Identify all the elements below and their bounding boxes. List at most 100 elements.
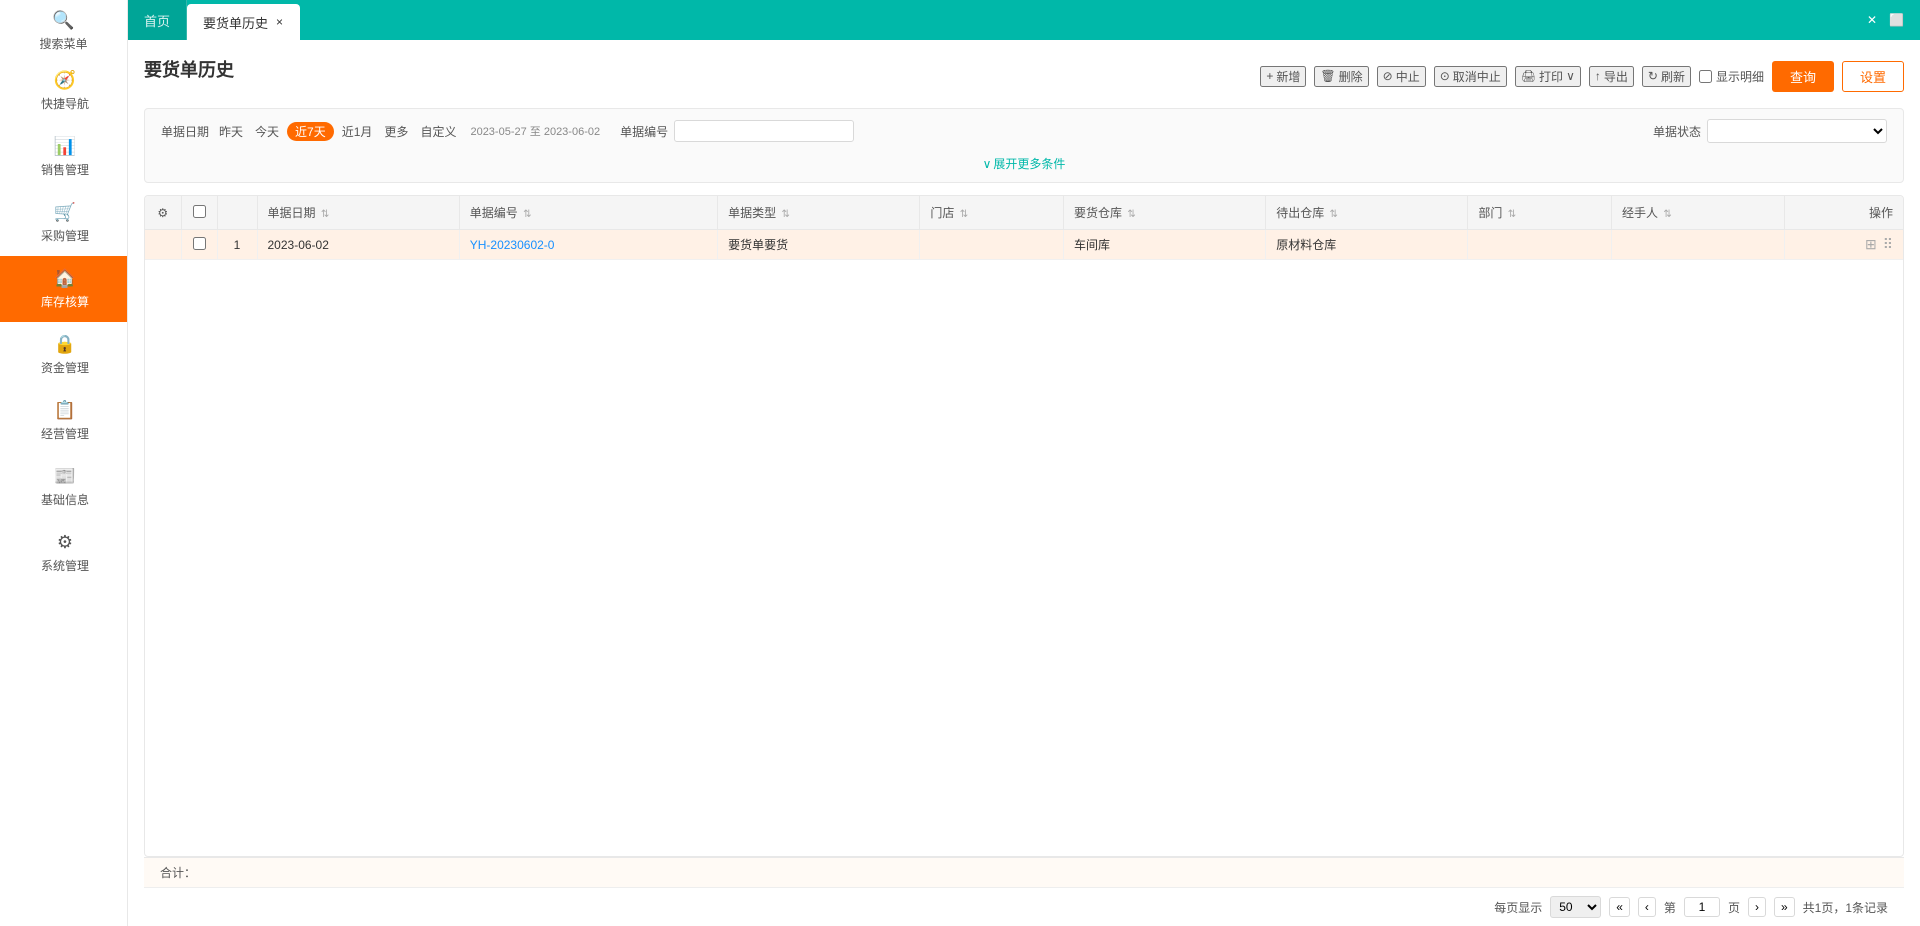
- tab-home-label: 首页: [144, 11, 170, 30]
- print-button[interactable]: 🖨 打印 ∨: [1515, 66, 1581, 87]
- sidebar-item-operation[interactable]: 📋 经营管理: [0, 388, 127, 454]
- prev-page-btn[interactable]: ‹: [1638, 897, 1656, 917]
- system-icon: ⚙: [57, 532, 73, 553]
- sales-icon: 📊: [54, 136, 76, 157]
- date-btn-last7days[interactable]: 近7天: [287, 122, 334, 141]
- per-page-label: 每页显示: [1494, 899, 1542, 916]
- per-page-select[interactable]: 50 10 20 100: [1550, 896, 1601, 918]
- show-detail-checkbox[interactable]: [1699, 70, 1712, 83]
- date-buttons: 昨天 今天 近7天 近1月 更多 自定义: [215, 122, 460, 141]
- print-chevron-icon: ∨: [1566, 69, 1575, 83]
- store-sort-icon[interactable]: ⇅: [960, 209, 968, 220]
- sidebar-item-sales[interactable]: 📊 销售管理: [0, 124, 127, 190]
- tab-active[interactable]: 要货单历史 ×: [187, 4, 300, 40]
- col-actions: 操作: [1784, 196, 1903, 230]
- sidebar-item-system[interactable]: ⚙ 系统管理: [0, 520, 127, 586]
- query-button[interactable]: 查询: [1772, 61, 1834, 92]
- table-header-row: ⚙ 单据日期 ⇅ 单据编号 ⇅: [145, 196, 1903, 230]
- show-detail-checkbox-label[interactable]: 显示明细: [1699, 68, 1764, 85]
- doc-no-link[interactable]: YH-20230602-0: [470, 238, 555, 252]
- new-button[interactable]: + 新增: [1260, 66, 1306, 87]
- sidebar-item-quick-nav[interactable]: 🧭 快捷导航: [0, 58, 127, 124]
- export-label: 导出: [1604, 68, 1628, 85]
- tab-home[interactable]: 首页: [128, 0, 187, 40]
- col-req-warehouse: 要货仓库 ⇅: [1063, 196, 1265, 230]
- row-settings: [145, 230, 181, 260]
- row-more-icon[interactable]: ⠿: [1883, 236, 1893, 253]
- dept-sort-icon[interactable]: ⇅: [1508, 209, 1516, 220]
- sidebar-item-finance[interactable]: 🔒 资金管理: [0, 322, 127, 388]
- cancel-stop-label: 取消中止: [1453, 68, 1501, 85]
- print-icon: 🖨: [1521, 69, 1536, 83]
- tab-active-label: 要货单历史: [203, 13, 268, 32]
- row-edit-icon[interactable]: ⊞: [1865, 236, 1877, 253]
- col-dest-warehouse: 待出仓库 ⇅: [1266, 196, 1468, 230]
- date-btn-yesterday[interactable]: 昨天: [215, 122, 247, 141]
- col-settings[interactable]: ⚙: [145, 196, 181, 230]
- sidebar: 🔍 搜索菜单 🧭 快捷导航 📊 销售管理 🛒 采购管理 🏠 库存核算 🔒 资金管…: [0, 0, 128, 926]
- topbar-right: ✕ ⬜: [1867, 13, 1920, 27]
- col-store-label: 门店: [930, 206, 954, 220]
- expand-filter-btn[interactable]: ∨ 展开更多条件: [983, 155, 1066, 172]
- doc-no-sort-icon[interactable]: ⇅: [523, 209, 531, 220]
- doc-no-input[interactable]: [674, 120, 854, 142]
- date-btn-more[interactable]: 更多: [380, 122, 412, 141]
- req-warehouse-sort-icon[interactable]: ⇅: [1127, 209, 1135, 220]
- col-handler-label: 经手人: [1622, 206, 1658, 220]
- page-suffix: 页: [1728, 899, 1740, 916]
- handler-sort-icon[interactable]: ⇅: [1663, 209, 1671, 220]
- page-title: 要货单历史: [144, 56, 234, 82]
- doc-status-select[interactable]: [1707, 119, 1887, 143]
- next-page-btn[interactable]: ›: [1748, 897, 1766, 917]
- summary-bar: 合计：: [144, 857, 1904, 887]
- last-page-btn[interactable]: »: [1774, 897, 1795, 917]
- new-label: 新增: [1276, 68, 1300, 85]
- col-dest-warehouse-label: 待出仓库: [1276, 206, 1324, 220]
- operation-icon: 📋: [54, 400, 76, 421]
- row-select-checkbox[interactable]: [193, 237, 206, 250]
- refresh-icon: ↻: [1648, 69, 1658, 83]
- row-dept: [1468, 230, 1612, 260]
- page-input[interactable]: [1684, 897, 1720, 917]
- first-page-btn[interactable]: «: [1609, 897, 1630, 917]
- stop-icon: ⊘: [1383, 69, 1393, 83]
- col-actions-label: 操作: [1869, 206, 1893, 220]
- sidebar-item-label: 资金管理: [41, 359, 89, 376]
- filter-doc-no: 单据编号: [620, 120, 854, 142]
- expand-chevron-icon: ∨: [983, 157, 992, 171]
- cancel-stop-icon: ⊙: [1440, 69, 1450, 83]
- dest-warehouse-sort-icon[interactable]: ⇅: [1330, 209, 1338, 220]
- set-button[interactable]: 设置: [1842, 61, 1904, 92]
- sidebar-item-inventory[interactable]: 🏠 库存核算: [0, 256, 127, 322]
- quick-nav-icon: 🧭: [54, 70, 76, 91]
- date-btn-today[interactable]: 今天: [251, 122, 283, 141]
- select-all-checkbox[interactable]: [193, 205, 206, 218]
- date-btn-custom[interactable]: 自定义: [416, 122, 460, 141]
- row-dest-warehouse: 原材料仓库: [1266, 230, 1468, 260]
- refresh-button[interactable]: ↻ 刷新: [1642, 66, 1691, 87]
- cancel-stop-button[interactable]: ⊙ 取消中止: [1434, 66, 1507, 87]
- row-doc-no[interactable]: YH-20230602-0: [459, 230, 717, 260]
- table-container: ⚙ 单据日期 ⇅ 单据编号 ⇅: [144, 195, 1904, 857]
- export-icon: ↑: [1595, 69, 1601, 83]
- show-detail-label-text: 显示明细: [1716, 68, 1764, 85]
- window-maximize-btn[interactable]: ⬜: [1889, 13, 1904, 27]
- delete-icon: 🗑: [1320, 69, 1335, 83]
- stop-button[interactable]: ⊘ 中止: [1377, 66, 1426, 87]
- basic-icon: 📰: [54, 466, 76, 487]
- doc-type-sort-icon[interactable]: ⇅: [782, 209, 790, 220]
- window-close-btn[interactable]: ✕: [1867, 13, 1877, 27]
- filter-doc-status: 单据状态: [1653, 119, 1887, 143]
- table-row[interactable]: 1 2023-06-02 YH-20230602-0 要货单要货 车间库 原材料…: [145, 230, 1903, 260]
- tab-close-btn[interactable]: ×: [276, 15, 283, 29]
- delete-button[interactable]: 🗑 删除: [1314, 66, 1368, 87]
- sidebar-item-purchase[interactable]: 🛒 采购管理: [0, 190, 127, 256]
- doc-date-sort-icon[interactable]: ⇅: [321, 209, 329, 220]
- sidebar-search-label: 搜索菜单: [39, 35, 87, 52]
- export-button[interactable]: ↑ 导出: [1589, 66, 1634, 87]
- stop-label: 中止: [1396, 68, 1420, 85]
- date-btn-last1month[interactable]: 近1月: [338, 122, 377, 141]
- filter-date: 单据日期 昨天 今天 近7天 近1月 更多 自定义 2023-05-27 至 2…: [161, 122, 600, 141]
- sidebar-item-basic[interactable]: 📰 基础信息: [0, 454, 127, 520]
- sidebar-search[interactable]: 🔍 搜索菜单: [0, 0, 127, 58]
